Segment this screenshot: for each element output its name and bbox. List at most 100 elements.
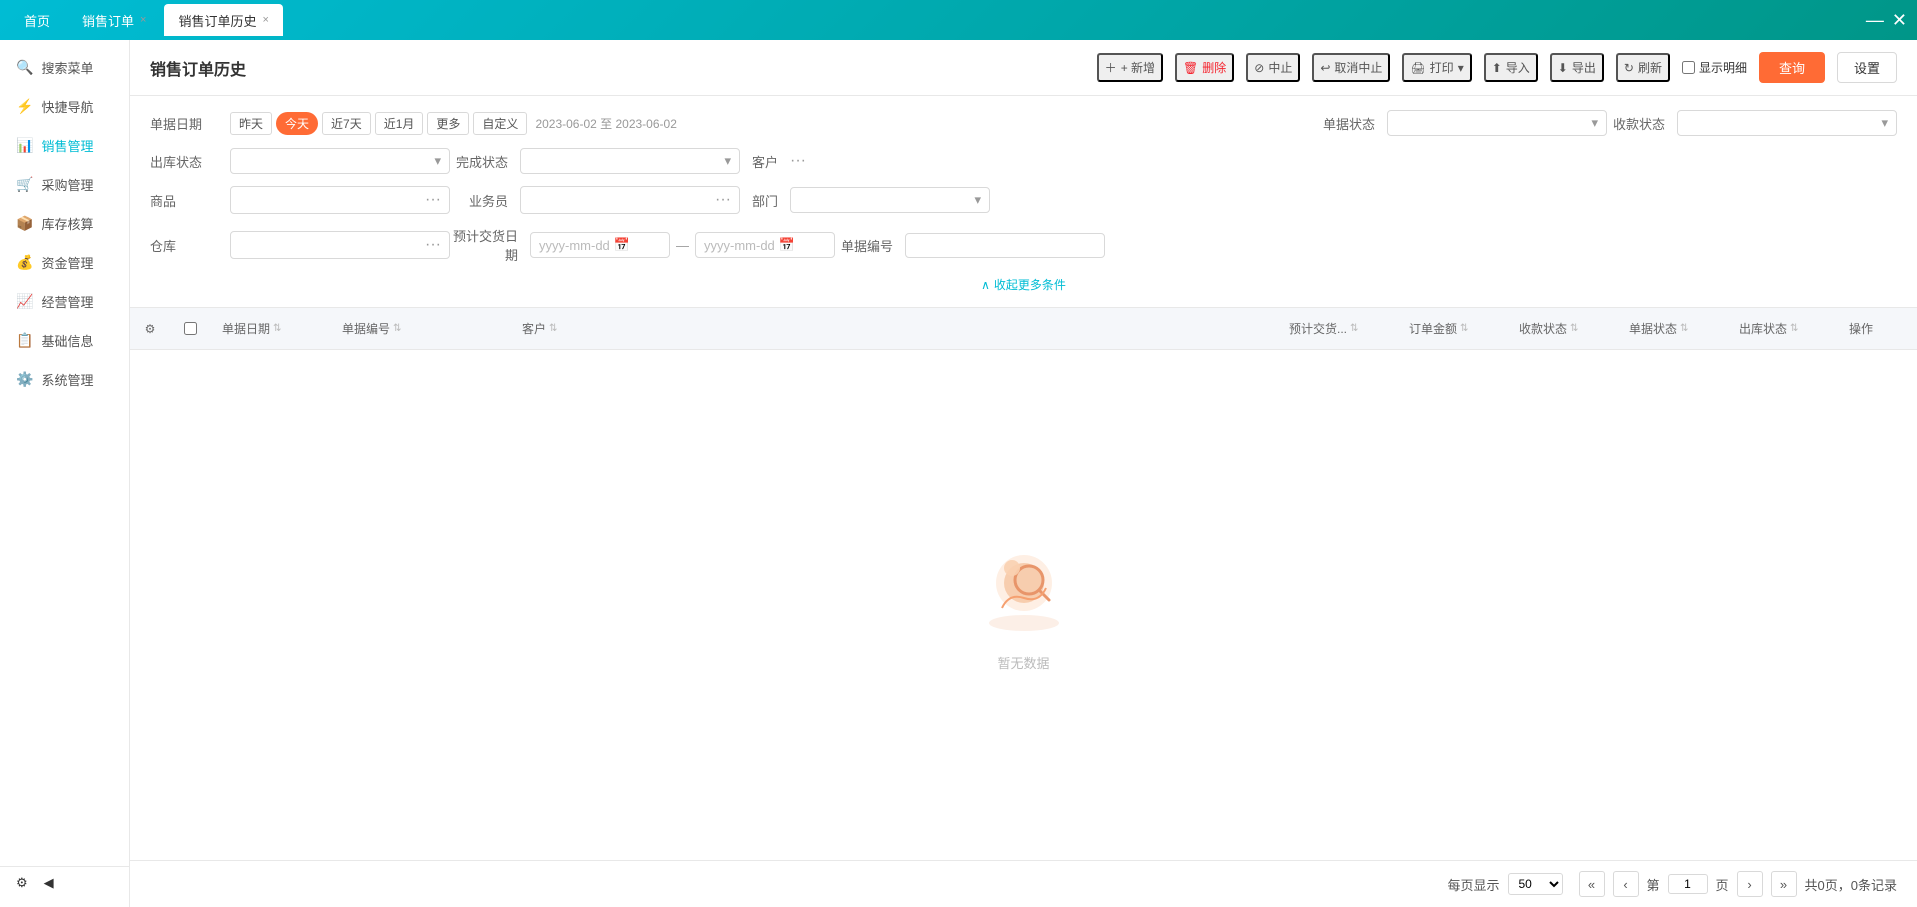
export-button[interactable]: ⬇ 导出 [1550, 53, 1604, 82]
date-btn-yesterday[interactable]: 昨天 [230, 112, 272, 135]
outbound-status-select[interactable]: ▾ [230, 148, 450, 174]
receipt-status-select[interactable]: ▾ [1677, 110, 1897, 136]
import-button[interactable]: ⬆ 导入 [1484, 53, 1538, 82]
last-page-btn[interactable]: » [1771, 871, 1797, 897]
display-details-input[interactable] [1682, 61, 1695, 74]
bill-number-control[interactable] [905, 233, 1105, 258]
calendar-icon-from[interactable]: 📅 [614, 237, 630, 253]
sidebar-item-system[interactable]: ⚙️ 系统管理 [0, 360, 129, 399]
date-btn-more[interactable]: 更多 [427, 112, 469, 135]
col-delivery-label: 预计交货... [1289, 320, 1347, 337]
completion-status-value [529, 154, 533, 169]
select-all-checkbox[interactable] [184, 322, 197, 335]
export-icon: ⬇ [1558, 61, 1568, 75]
delivery-date-from[interactable]: yyyy-mm-dd 📅 [530, 232, 670, 258]
col-outbound-status-label: 出库状态 [1739, 320, 1787, 337]
operations-icon: 📈 [16, 293, 33, 310]
delivery-date-label: 预计交货日期 [450, 226, 530, 264]
warehouse-input[interactable] [239, 238, 425, 253]
prev-page-btn[interactable]: ‹ [1613, 871, 1639, 897]
minimize-icon[interactable]: — [1866, 10, 1884, 31]
salesperson-control[interactable]: ··· [520, 186, 740, 214]
calendar-icon-to[interactable]: 📅 [779, 237, 795, 253]
table-col-number[interactable]: 单据编号 ⇅ [330, 316, 510, 341]
query-button[interactable]: 查询 [1759, 52, 1825, 83]
date-btn-today[interactable]: 今天 [276, 112, 318, 135]
tab-sales-order-close[interactable]: × [140, 14, 146, 26]
date-btn-1month[interactable]: 近1月 [375, 112, 424, 135]
table-col-receipt-status[interactable]: 收款状态 ⇅ [1507, 316, 1617, 341]
close-window-icon[interactable]: ✕ [1892, 10, 1907, 31]
stop-icon: ⊘ [1254, 61, 1264, 75]
table-col-amount[interactable]: 订单金额 ⇅ [1397, 316, 1507, 341]
page-size-select[interactable]: 50 10 20 100 [1508, 873, 1563, 895]
warehouse-dots[interactable]: ··· [425, 236, 441, 254]
page-title: 销售订单历史 [150, 56, 246, 80]
bill-status-value [1396, 116, 1400, 131]
table-col-date[interactable]: 单据日期 ⇅ [210, 316, 330, 341]
refresh-label: 刷新 [1638, 59, 1662, 76]
import-icon: ⬆ [1492, 61, 1502, 75]
department-arrow: ▾ [974, 192, 981, 208]
product-dots[interactable]: ··· [425, 191, 441, 209]
table-col-bill-status[interactable]: 单据状态 ⇅ [1617, 316, 1727, 341]
department-select[interactable]: ▾ [790, 187, 990, 213]
next-page-btn[interactable]: › [1737, 871, 1763, 897]
completion-status-select[interactable]: ▾ [520, 148, 740, 174]
sidebar-item-search-menu[interactable]: 🔍 搜索菜单 [0, 48, 129, 87]
tab-sales-history[interactable]: 销售订单历史 × [164, 4, 282, 36]
col-customer-label: 客户 [522, 320, 546, 337]
settings-button[interactable]: 设置 [1837, 52, 1897, 83]
customer-control: ··· [790, 152, 990, 170]
sidebar-item-sales-mgmt[interactable]: 📊 销售管理 [0, 126, 129, 165]
product-input[interactable] [239, 193, 425, 208]
main-layout: 🔍 搜索菜单 ⚡ 快捷导航 📊 销售管理 🛒 采购管理 📦 库存核算 💰 资金管… [0, 40, 1917, 907]
collapse-link[interactable]: ∧ 收起更多条件 [150, 276, 1897, 293]
toolbar: ＋ + 新增 🗑 删除 ⊘ 中止 ↩ 取消中止 🖨 打印 [1097, 52, 1897, 83]
sidebar-item-operations[interactable]: 📈 经营管理 [0, 282, 129, 321]
print-button[interactable]: 🖨 打印 ▾ [1402, 53, 1471, 82]
tab-sales-history-close[interactable]: × [262, 14, 268, 26]
delete-button[interactable]: 🗑 删除 [1175, 53, 1234, 82]
filter-row-4: 仓库 ··· 预计交货日期 yyyy-mm-dd 📅 — yyyy-mm-dd … [150, 226, 1897, 264]
add-button[interactable]: ＋ + 新增 [1097, 53, 1163, 82]
refresh-button[interactable]: ↻ 刷新 [1616, 53, 1670, 82]
table-col-checkbox[interactable] [170, 318, 210, 339]
col-outbound-sort: ⇅ [1790, 323, 1798, 334]
cancel-stop-button[interactable]: ↩ 取消中止 [1312, 53, 1390, 82]
tab-home[interactable]: 首页 [10, 4, 64, 36]
tab-sales-order[interactable]: 销售订单 × [68, 4, 160, 36]
salesperson-input[interactable] [529, 193, 715, 208]
display-details-checkbox[interactable]: 显示明细 [1682, 59, 1747, 76]
sidebar-item-inventory[interactable]: 📦 库存核算 [0, 204, 129, 243]
customer-dots[interactable]: ··· [790, 152, 806, 170]
bill-status-select[interactable]: ▾ [1387, 110, 1607, 136]
date-btn-7days[interactable]: 近7天 [322, 112, 371, 135]
salesperson-dots[interactable]: ··· [715, 191, 731, 209]
bill-number-input[interactable] [914, 238, 1096, 253]
first-page-btn[interactable]: « [1579, 871, 1605, 897]
customer-label: 客户 [740, 152, 790, 171]
department-value [799, 193, 803, 208]
date-btn-custom[interactable]: 自定义 [473, 112, 527, 135]
delivery-date-to[interactable]: yyyy-mm-dd 📅 [695, 232, 835, 258]
collapse-text: 收起更多条件 [994, 276, 1066, 293]
page-size-label: 每页显示 [1447, 875, 1499, 894]
sidebar-collapse-icon[interactable]: ◀ [44, 875, 54, 891]
table-col-delivery[interactable]: 预计交货... ⇅ [1277, 316, 1397, 341]
sidebar-item-finance[interactable]: 💰 资金管理 [0, 243, 129, 282]
sidebar-label-search-menu: 搜索菜单 [41, 58, 93, 77]
page-number-input[interactable] [1668, 874, 1708, 894]
sidebar-item-quick-nav[interactable]: ⚡ 快捷导航 [0, 87, 129, 126]
bill-date-label: 单据日期 [150, 114, 230, 133]
stop-button[interactable]: ⊘ 中止 [1246, 53, 1300, 82]
table-col-customer[interactable]: 客户 ⇅ [510, 316, 1277, 341]
product-control[interactable]: ··· [230, 186, 450, 214]
sidebar-item-purchase-mgmt[interactable]: 🛒 采购管理 [0, 165, 129, 204]
sidebar-settings-icon[interactable]: ⚙ [16, 875, 28, 891]
table-col-settings[interactable]: ⚙ [130, 318, 170, 340]
warehouse-control[interactable]: ··· [230, 231, 450, 259]
table-col-outbound-status[interactable]: 出库状态 ⇅ [1727, 316, 1837, 341]
sidebar-item-basic-info[interactable]: 📋 基础信息 [0, 321, 129, 360]
empty-text: 暂无数据 [997, 653, 1049, 672]
